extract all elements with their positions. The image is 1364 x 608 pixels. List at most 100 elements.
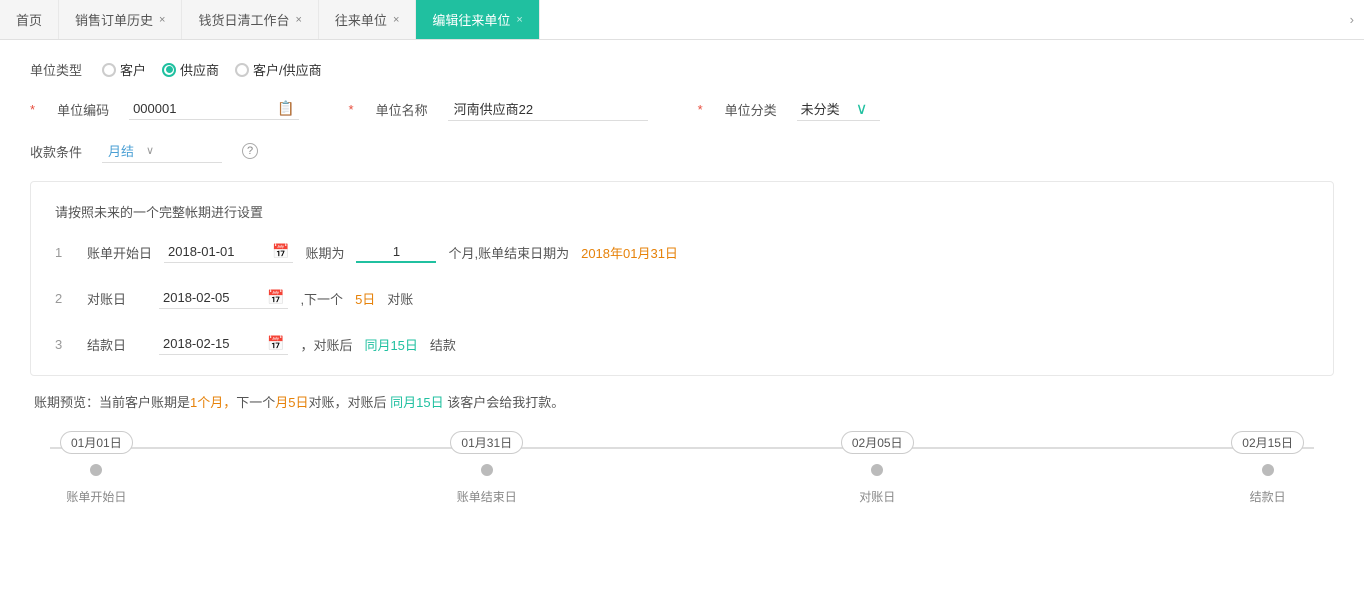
tab-sales-history-label: 销售订单历史	[75, 10, 153, 29]
tab-trading-unit-label: 往来单位	[335, 10, 387, 29]
preview-suffix: 该客户会给我打款。	[447, 395, 564, 410]
preview-highlight2: 月5日	[275, 395, 308, 410]
unit-name-required: *	[349, 102, 354, 117]
radio-customer-label: 客户	[120, 60, 146, 79]
timeline-circle-3	[1262, 464, 1274, 476]
preview-highlight1: 1个月，	[190, 395, 236, 410]
payment-condition-row: 收款条件 月结 ∨ ?	[30, 139, 1334, 163]
period-reconcile-calendar-icon[interactable]: 📅	[267, 289, 284, 306]
radio-customer[interactable]: 客户	[102, 60, 146, 79]
period-row-3-label: 结款日	[87, 335, 147, 354]
period-row-1-highlight: 2018年01月31日	[581, 243, 678, 262]
tab-edit-trading-unit[interactable]: 编辑往来单位 ×	[416, 0, 539, 39]
timeline-badge-wrapper-0: 01月01日	[60, 431, 133, 456]
tab-edit-trading-unit-close[interactable]: ×	[516, 14, 522, 26]
tab-home-label: 首页	[16, 10, 42, 29]
period-row-2-highlight: 5日	[355, 289, 375, 308]
timeline-points: 01月01日 账单开始日 01月31日 账单结束日 02月05日 对账日	[60, 431, 1304, 505]
period-start-calendar-icon[interactable]: 📅	[272, 243, 289, 260]
period-row-1-num: 1	[55, 245, 75, 260]
period-row-3-suffix: 结款	[430, 335, 456, 354]
period-reconcile-date-field: 📅	[159, 287, 288, 309]
preview-mid2: 对账，对账后	[309, 395, 387, 410]
period-reconcile-date-input[interactable]	[163, 290, 263, 305]
tab-cashier-workbench-close[interactable]: ×	[295, 14, 301, 26]
radio-both-circle	[235, 63, 249, 77]
period-row-2-label: 对账日	[87, 289, 147, 308]
unit-type-radio-group: 客户 供应商 客户/供应商	[102, 60, 322, 79]
unit-code-input[interactable]	[133, 101, 273, 116]
radio-customer-circle	[102, 63, 116, 77]
radio-both-label: 客户/供应商	[253, 60, 322, 79]
tab-cashier-workbench[interactable]: 钱货日清工作台 ×	[182, 0, 318, 39]
payment-condition-value: 月结	[108, 141, 134, 160]
period-row-3-highlight: 同月15日	[364, 335, 417, 354]
timeline-label-3: 结款日	[1250, 488, 1286, 505]
preview-mid1: 下一个	[236, 395, 275, 410]
radio-supplier[interactable]: 供应商	[162, 60, 219, 79]
unit-type-label: 单位类型	[30, 60, 82, 79]
timeline-badge-wrapper-3: 02月15日	[1231, 431, 1304, 456]
timeline-circle-1	[481, 464, 493, 476]
tab-sales-history[interactable]: 销售订单历史 ×	[59, 0, 182, 39]
period-row-2-num: 2	[55, 291, 75, 306]
period-payment-date-input[interactable]	[163, 336, 263, 351]
period-payment-calendar-icon[interactable]: 📅	[267, 335, 284, 352]
payment-condition-label: 收款条件	[30, 142, 82, 161]
tab-trading-unit-close[interactable]: ×	[393, 14, 399, 26]
period-row-3: 3 结款日 📅 ，对账后 同月15日 结款	[55, 333, 1309, 355]
tab-sales-history-close[interactable]: ×	[159, 14, 165, 26]
period-row-1-label: 账单开始日	[87, 243, 152, 262]
tab-cashier-workbench-label: 钱货日清工作台	[198, 10, 289, 29]
unit-category-label: 单位分类	[725, 100, 777, 119]
unit-name-input[interactable]	[448, 97, 648, 121]
payment-condition-chevron-icon: ∨	[146, 144, 154, 157]
help-icon[interactable]: ?	[242, 143, 258, 159]
timeline: 01月01日 账单开始日 01月31日 账单结束日 02月05日 对账日	[30, 431, 1334, 505]
radio-both[interactable]: 客户/供应商	[235, 60, 322, 79]
timeline-date-2: 02月05日	[841, 431, 914, 454]
period-start-date-input[interactable]	[168, 244, 268, 259]
period-row-3-num: 3	[55, 337, 75, 352]
period-row-1-suffix: 个月,账单结束日期为	[448, 243, 569, 262]
main-content: 单位类型 客户 供应商 客户/供应商 * 单位编码 📋 * 单位名称 *	[0, 40, 1364, 608]
timeline-point-2: 02月05日 对账日	[841, 431, 914, 505]
timeline-date-0: 01月01日	[60, 431, 133, 454]
preview-prefix: 账期预览：当前客户账期是	[34, 395, 190, 410]
unit-type-row: 单位类型 客户 供应商 客户/供应商	[30, 60, 1334, 79]
period-row-1-mid: 账期为	[305, 243, 344, 262]
unit-info-row: * 单位编码 📋 * 单位名称 * 单位分类 未分类 ∨	[30, 97, 1334, 121]
payment-condition-select[interactable]: 月结 ∨	[102, 139, 222, 163]
radio-supplier-circle	[162, 63, 176, 77]
unit-category-chevron-icon: ∨	[856, 99, 868, 119]
timeline-badge-wrapper-1: 01月31日	[450, 431, 523, 456]
period-start-date-field: 📅	[164, 241, 293, 263]
timeline-point-1: 01月31日 账单结束日	[450, 431, 523, 505]
period-row-1: 1 账单开始日 📅 账期为 个月,账单结束日期为 2018年01月31日	[55, 241, 1309, 263]
unit-code-icon[interactable]: 📋	[277, 100, 294, 117]
period-row-2-prefix: ,下一个	[300, 289, 343, 308]
timeline-circle-2	[871, 464, 883, 476]
preview-highlight3: 同月15日	[390, 395, 443, 410]
unit-category-required: *	[698, 102, 703, 117]
timeline-point-0: 01月01日 账单开始日	[60, 431, 133, 505]
period-row-2: 2 对账日 📅 ,下一个 5日 对账	[55, 287, 1309, 309]
timeline-badge-wrapper-2: 02月05日	[841, 431, 914, 456]
unit-code-label: 单位编码	[57, 100, 109, 119]
timeline-circle-0	[90, 464, 102, 476]
tab-more-button[interactable]: ›	[1340, 0, 1364, 39]
preview-text: 账期预览：当前客户账期是1个月，下一个月5日对账，对账后 同月15日 该客户会给…	[30, 392, 1334, 411]
tab-trading-unit[interactable]: 往来单位 ×	[319, 0, 416, 39]
period-row-3-prefix: ，对账后	[300, 335, 352, 354]
tab-home[interactable]: 首页	[0, 0, 59, 39]
period-row-2-suffix: 对账	[387, 289, 413, 308]
unit-code-required: *	[30, 102, 35, 117]
timeline-label-2: 对账日	[859, 488, 895, 505]
period-payment-date-field: 📅	[159, 333, 288, 355]
unit-code-field: 📋	[129, 98, 298, 120]
tab-bar: 首页 销售订单历史 × 钱货日清工作台 × 往来单位 × 编辑往来单位 × ›	[0, 0, 1364, 40]
period-months-input[interactable]	[356, 242, 436, 263]
timeline-label-0: 账单开始日	[66, 488, 126, 505]
radio-supplier-label: 供应商	[180, 60, 219, 79]
unit-category-select[interactable]: 未分类 ∨	[797, 97, 868, 121]
